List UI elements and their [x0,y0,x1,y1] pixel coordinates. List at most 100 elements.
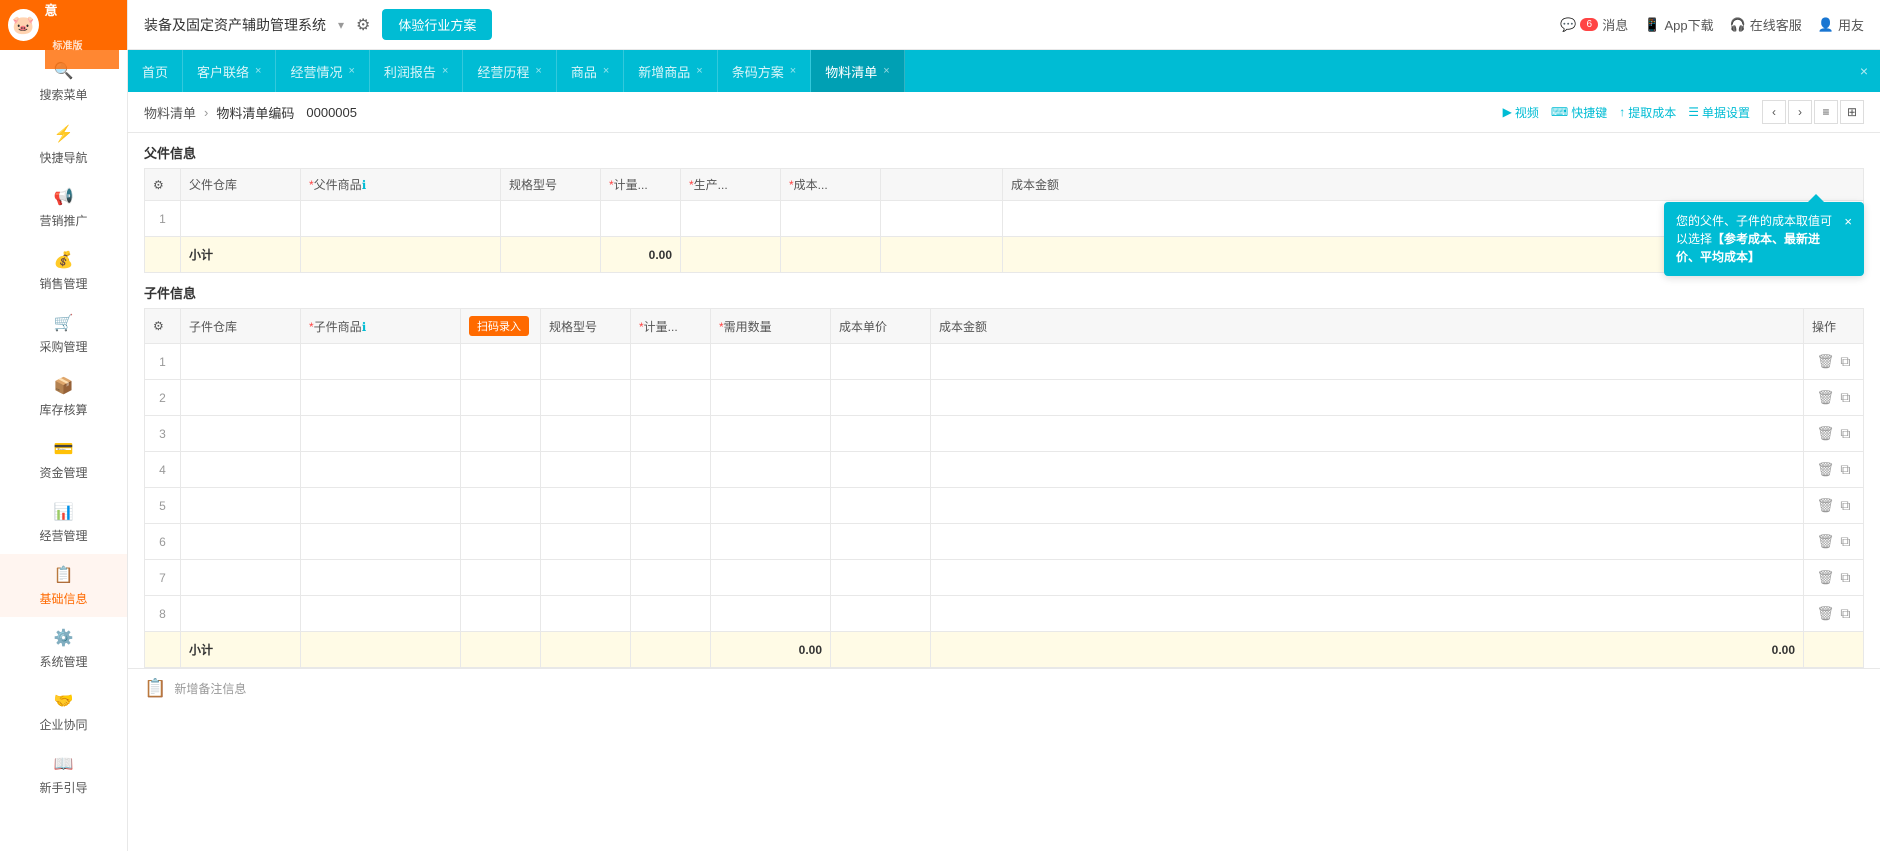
child-col-settings[interactable]: ⚙ [145,309,181,344]
tab-newproduct-close-icon[interactable]: × [696,65,702,77]
copy-icon-3[interactable]: ⧉ [1840,425,1850,442]
parent-row1-warehouse[interactable] [181,201,301,237]
footer-text[interactable]: 新增备注信息 [174,680,246,697]
parent-col-settings[interactable]: ⚙ [145,169,181,201]
child-row6-unit-cost[interactable] [831,524,931,560]
delete-icon-5[interactable]: 🗑 [1817,497,1835,514]
sidebar-item-basic[interactable]: 📋 基础信息 [0,554,127,617]
sidebar-item-quicknav[interactable]: ⚡ 快捷导航 [0,113,127,176]
child-row5-product[interactable] [301,488,461,524]
child-row7-unit[interactable] [631,560,711,596]
extract-cost-button[interactable]: ↑ 提取成本 [1619,104,1676,121]
breadcrumb-bom[interactable]: 物料清单 [144,103,196,122]
sidebar-item-marketing[interactable]: 📢 营销推广 [0,176,127,239]
child-row7-spec[interactable] [541,560,631,596]
user-item[interactable]: 👤 用友 [1818,15,1864,34]
child-row1-unit-cost[interactable] [831,344,931,380]
tab-profit[interactable]: 利润报告 × [370,50,463,92]
tab-product-close-icon[interactable]: × [603,65,609,77]
dropdown-arrow-icon[interactable]: ▾ [338,18,344,32]
prev-button[interactable]: ‹ [1762,100,1786,124]
child-row6-spec[interactable] [541,524,631,560]
child-row1-product[interactable] [301,344,461,380]
child-row7-unit-cost[interactable] [831,560,931,596]
sidebar-item-sales[interactable]: 💰 销售管理 [0,239,127,302]
child-row3-warehouse[interactable] [181,416,301,452]
child-row1-qty[interactable] [711,344,831,380]
child-row2-spec[interactable] [541,380,631,416]
child-row4-warehouse[interactable] [181,452,301,488]
child-row6-unit[interactable] [631,524,711,560]
child-row3-product[interactable] [301,416,461,452]
child-row1-unit[interactable] [631,344,711,380]
child-row4-product[interactable] [301,452,461,488]
child-row3-unit-cost[interactable] [831,416,931,452]
next-button[interactable]: › [1788,100,1812,124]
child-row8-unit[interactable] [631,596,711,632]
child-row7-qty[interactable] [711,560,831,596]
sidebar-item-operation[interactable]: 📊 经营管理 [0,491,127,554]
child-row6-product[interactable] [301,524,461,560]
child-row4-unit[interactable] [631,452,711,488]
child-row4-spec[interactable] [541,452,631,488]
child-row5-unit[interactable] [631,488,711,524]
copy-icon-2[interactable]: ⧉ [1840,389,1850,406]
tab-newproduct[interactable]: 新增商品 × [624,50,717,92]
child-row2-qty[interactable] [711,380,831,416]
tab-operation-close-icon[interactable]: × [348,65,354,77]
child-row5-spec[interactable] [541,488,631,524]
tab-history-close-icon[interactable]: × [535,65,541,77]
tab-home[interactable]: 首页 [128,50,183,92]
child-row6-warehouse[interactable] [181,524,301,560]
child-row1-spec[interactable] [541,344,631,380]
delete-icon-4[interactable]: 🗑 [1817,461,1835,478]
child-row8-product[interactable] [301,596,461,632]
child-row3-qty[interactable] [711,416,831,452]
sidebar-item-finance[interactable]: 💳 资金管理 [0,428,127,491]
sidebar-item-collab[interactable]: 🤝 企业协同 [0,680,127,743]
sidebar-item-inventory[interactable]: 📦 库存核算 [0,365,127,428]
delete-icon-6[interactable]: 🗑 [1817,533,1835,550]
online-service-item[interactable]: 🎧 在线客服 [1730,15,1802,34]
child-col-scan[interactable]: 扫码录入 [461,309,541,344]
delete-icon-1[interactable]: 🗑 [1817,353,1835,370]
sidebar-item-purchase[interactable]: 🛒 采购管理 [0,302,127,365]
copy-icon-8[interactable]: ⧉ [1840,605,1850,622]
child-row5-unit-cost[interactable] [831,488,931,524]
list-view-button[interactable]: ≡ [1814,100,1838,124]
child-row5-qty[interactable] [711,488,831,524]
tab-operation[interactable]: 经营情况 × [276,50,369,92]
parent-row1-cost[interactable] [781,201,881,237]
close-all-tabs-button[interactable]: × [1848,50,1880,92]
view-video-button[interactable]: ▶ 视频 [1503,104,1539,121]
child-row7-product[interactable] [301,560,461,596]
child-row8-unit-cost[interactable] [831,596,931,632]
trial-button[interactable]: 体验行业方案 [382,9,492,40]
single-setting-button[interactable]: ☰ 单据设置 [1688,104,1750,121]
child-row2-product[interactable] [301,380,461,416]
parent-row1-unit[interactable] [601,201,681,237]
tab-customer-close-icon[interactable]: × [255,65,261,77]
delete-icon-3[interactable]: 🗑 [1817,425,1835,442]
delete-icon-7[interactable]: 🗑 [1817,569,1835,586]
child-row7-warehouse[interactable] [181,560,301,596]
child-row1-warehouse[interactable] [181,344,301,380]
tab-bom[interactable]: 物料清单 × [811,50,904,92]
child-row4-qty[interactable] [711,452,831,488]
settings-gear-icon[interactable]: ⚙ [356,15,370,35]
child-row2-warehouse[interactable] [181,380,301,416]
child-row3-unit[interactable] [631,416,711,452]
shortcut-button[interactable]: ⌨ 快捷键 [1551,104,1607,121]
parent-row1-spec[interactable] [501,201,601,237]
copy-icon-7[interactable]: ⧉ [1840,569,1850,586]
delete-icon-8[interactable]: 🗑 [1817,605,1835,622]
parent-row1-product[interactable] [301,201,501,237]
sidebar-item-system[interactable]: ⚙️ 系统管理 [0,617,127,680]
child-row3-spec[interactable] [541,416,631,452]
child-row2-unit[interactable] [631,380,711,416]
sidebar-item-guide[interactable]: 📖 新手引导 [0,743,127,806]
tab-barcode-close-icon[interactable]: × [790,65,796,77]
copy-icon-6[interactable]: ⧉ [1840,533,1850,550]
delete-icon-2[interactable]: 🗑 [1817,389,1835,406]
child-row5-warehouse[interactable] [181,488,301,524]
